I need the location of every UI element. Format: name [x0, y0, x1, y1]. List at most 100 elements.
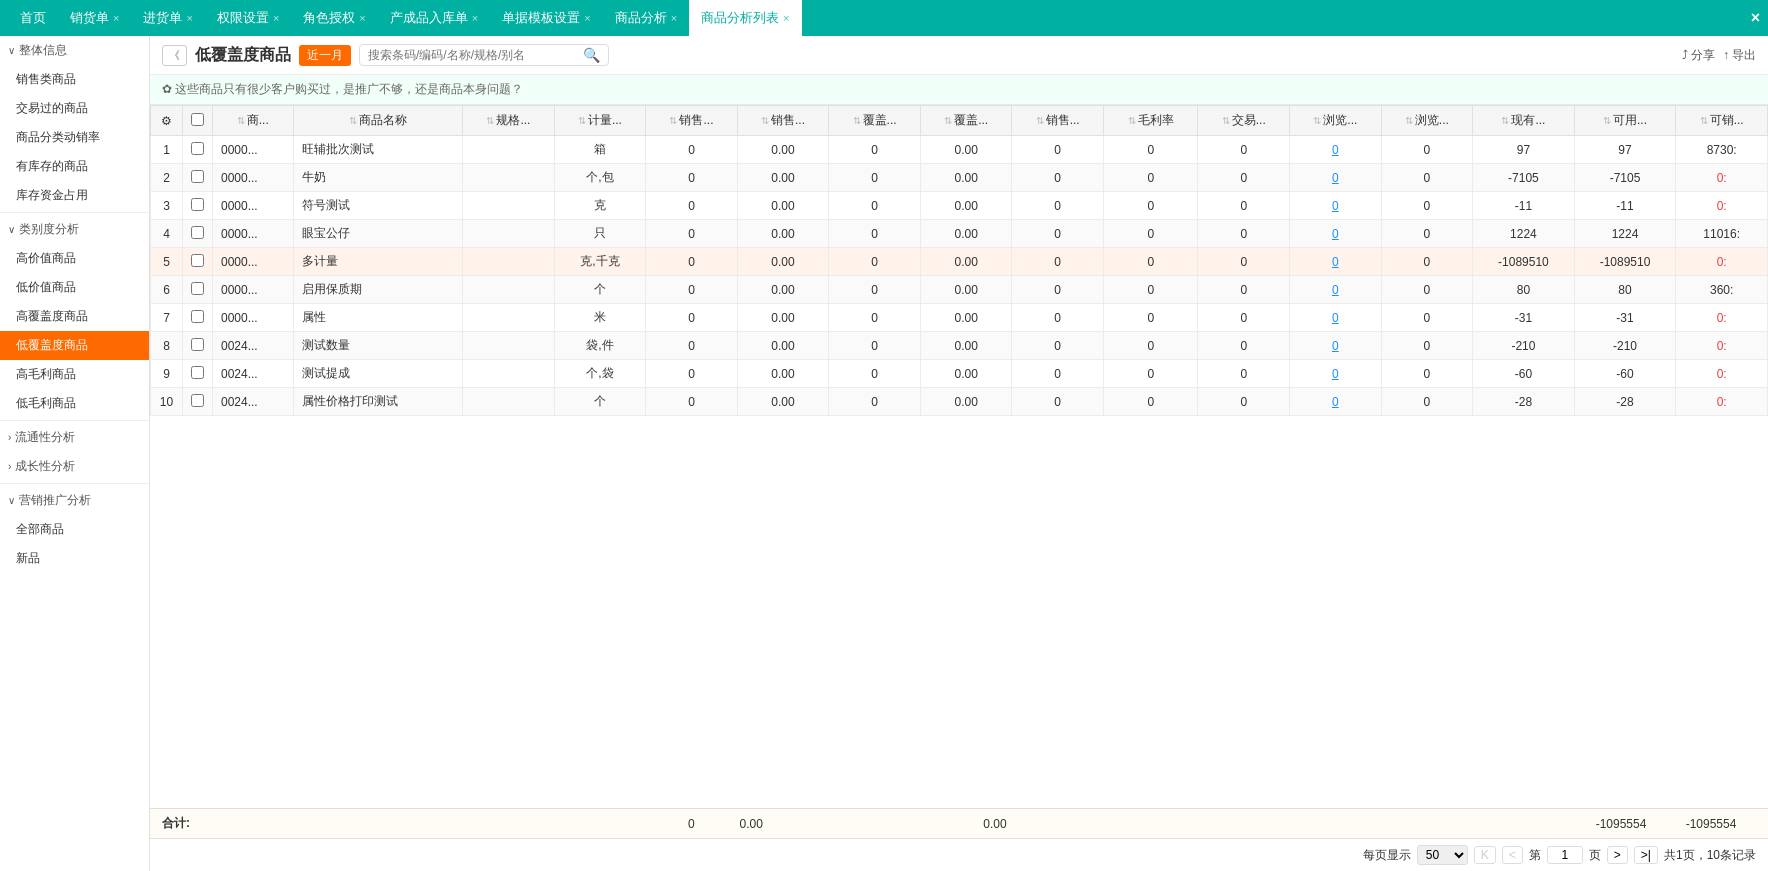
row-check[interactable]	[183, 136, 213, 164]
th-name[interactable]: ⇅商品名称	[293, 106, 463, 136]
th-settings[interactable]: ⚙	[151, 106, 183, 136]
row-check[interactable]	[183, 332, 213, 360]
sidebar-item-all-goods[interactable]: 全部商品	[0, 515, 149, 544]
row-checkbox[interactable]	[191, 226, 204, 239]
row-checkbox[interactable]	[191, 310, 204, 323]
nav-tab-roles[interactable]: 角色授权 ×	[291, 0, 377, 36]
row-checkbox[interactable]	[191, 254, 204, 267]
row-checkbox[interactable]	[191, 198, 204, 211]
sidebar-item-traded-goods[interactable]: 交易过的商品	[0, 94, 149, 123]
th-view2[interactable]: ⇅浏览...	[1381, 106, 1473, 136]
sidebar-item-low-margin[interactable]: 低毛利商品	[0, 389, 149, 418]
close-icon[interactable]: ×	[472, 12, 478, 24]
sidebar-item-category-rate[interactable]: 商品分类动销率	[0, 123, 149, 152]
sidebar-section-marketing[interactable]: ∨ 营销推广分析	[0, 486, 149, 515]
close-icon[interactable]: ×	[113, 12, 119, 24]
th-current[interactable]: ⇅现有...	[1473, 106, 1575, 136]
prev-page-button[interactable]: <	[1502, 846, 1523, 864]
close-icon[interactable]: ×	[359, 12, 365, 24]
th-trade[interactable]: ⇅交易...	[1198, 106, 1290, 136]
close-icon[interactable]: ×	[783, 12, 789, 24]
close-icon[interactable]: ×	[273, 12, 279, 24]
search-input[interactable]	[368, 48, 583, 62]
sidebar-item-stock-goods[interactable]: 有库存的商品	[0, 152, 149, 181]
row-view1[interactable]: 0	[1290, 332, 1382, 360]
th-sellable[interactable]: ⇅可销...	[1676, 106, 1768, 136]
sidebar-item-low-coverage[interactable]: 低覆盖度商品	[0, 331, 149, 360]
row-view1[interactable]: 0	[1290, 248, 1382, 276]
row-check[interactable]	[183, 248, 213, 276]
nav-tab-sales[interactable]: 销货单 ×	[58, 0, 131, 36]
sidebar-item-new-goods[interactable]: 新品	[0, 544, 149, 573]
row-checkbox[interactable]	[191, 366, 204, 379]
th-spec[interactable]: ⇅规格...	[463, 106, 555, 136]
nav-tab-purchase[interactable]: 进货单 ×	[131, 0, 204, 36]
th-available[interactable]: ⇅可用...	[1574, 106, 1676, 136]
share-button[interactable]: ⤴ 分享	[1682, 47, 1715, 64]
row-view1[interactable]: 0	[1290, 192, 1382, 220]
row-view1[interactable]: 0	[1290, 304, 1382, 332]
page-input[interactable]	[1547, 846, 1583, 864]
nav-tab-analysis[interactable]: 商品分析 ×	[603, 0, 689, 36]
collapse-sidebar-button[interactable]: 《	[162, 45, 187, 66]
close-all-button[interactable]: ×	[1751, 9, 1760, 27]
th-sales3[interactable]: ⇅销售...	[1012, 106, 1104, 136]
sidebar-item-high-coverage[interactable]: 高覆盖度商品	[0, 302, 149, 331]
row-check[interactable]	[183, 220, 213, 248]
export-button[interactable]: ↑ 导出	[1723, 47, 1756, 64]
sidebar-item-sales-goods[interactable]: 销售类商品	[0, 65, 149, 94]
th-cover2[interactable]: ⇅覆盖...	[920, 106, 1012, 136]
row-check[interactable]	[183, 192, 213, 220]
search-icon[interactable]: 🔍	[583, 47, 600, 63]
sidebar-section-liquidity[interactable]: › 流通性分析	[0, 423, 149, 452]
row-view1[interactable]: 0	[1290, 360, 1382, 388]
th-gross[interactable]: ⇅毛利率	[1103, 106, 1198, 136]
nav-tab-analysis-list[interactable]: 商品分析列表 ×	[689, 0, 801, 36]
row-check[interactable]	[183, 164, 213, 192]
time-filter-button[interactable]: 近一月	[299, 45, 351, 66]
th-check[interactable]	[183, 106, 213, 136]
row-view1[interactable]: 0	[1290, 276, 1382, 304]
first-page-button[interactable]: K	[1474, 846, 1496, 864]
last-page-button[interactable]: >|	[1634, 846, 1658, 864]
row-view1[interactable]: 0	[1290, 220, 1382, 248]
sidebar-item-high-margin[interactable]: 高毛利商品	[0, 360, 149, 389]
th-sales-qty[interactable]: ⇅销售...	[646, 106, 738, 136]
close-icon[interactable]: ×	[584, 12, 590, 24]
row-check[interactable]	[183, 388, 213, 416]
sidebar-item-low-value[interactable]: 低价值商品	[0, 273, 149, 302]
row-checkbox[interactable]	[191, 142, 204, 155]
close-icon[interactable]: ×	[671, 12, 677, 24]
th-code[interactable]: ⇅商...	[213, 106, 294, 136]
row-checkbox[interactable]	[191, 282, 204, 295]
select-all-checkbox[interactable]	[191, 113, 204, 126]
row-check[interactable]	[183, 276, 213, 304]
page-size-select[interactable]: 50 100 200	[1417, 845, 1468, 865]
row-view1[interactable]: 0	[1290, 164, 1382, 192]
row-check[interactable]	[183, 304, 213, 332]
row-view1[interactable]: 0	[1290, 136, 1382, 164]
nav-tab-permissions[interactable]: 权限设置 ×	[205, 0, 291, 36]
sidebar-item-stock-capital[interactable]: 库存资金占用	[0, 181, 149, 210]
nav-tab-template[interactable]: 单据模板设置 ×	[490, 0, 602, 36]
row-code: 0000...	[213, 164, 294, 192]
th-sales-amt[interactable]: ⇅销售...	[737, 106, 829, 136]
close-icon[interactable]: ×	[186, 12, 192, 24]
row-checkbox[interactable]	[191, 394, 204, 407]
next-page-button[interactable]: >	[1607, 846, 1628, 864]
th-cover1[interactable]: ⇅覆盖...	[829, 106, 921, 136]
sidebar-item-high-value[interactable]: 高价值商品	[0, 244, 149, 273]
th-unit[interactable]: ⇅计量...	[554, 106, 646, 136]
sidebar-section-overall[interactable]: ∨ 整体信息	[0, 36, 149, 65]
th-view1[interactable]: ⇅浏览...	[1290, 106, 1382, 136]
nav-tab-home[interactable]: 首页	[8, 0, 58, 36]
row-check[interactable]	[183, 360, 213, 388]
table-wrapper[interactable]: ⚙ ⇅商... ⇅商品名称 ⇅规格... ⇅计量... ⇅销售... ⇅销售..…	[150, 105, 1768, 808]
nav-tab-product-in[interactable]: 产成品入库单 ×	[378, 0, 490, 36]
sidebar-section-category[interactable]: ∨ 类别度分析	[0, 215, 149, 244]
row-available: -28	[1574, 388, 1676, 416]
row-checkbox[interactable]	[191, 170, 204, 183]
sidebar-section-growth[interactable]: › 成长性分析	[0, 452, 149, 481]
row-checkbox[interactable]	[191, 338, 204, 351]
row-view1[interactable]: 0	[1290, 388, 1382, 416]
